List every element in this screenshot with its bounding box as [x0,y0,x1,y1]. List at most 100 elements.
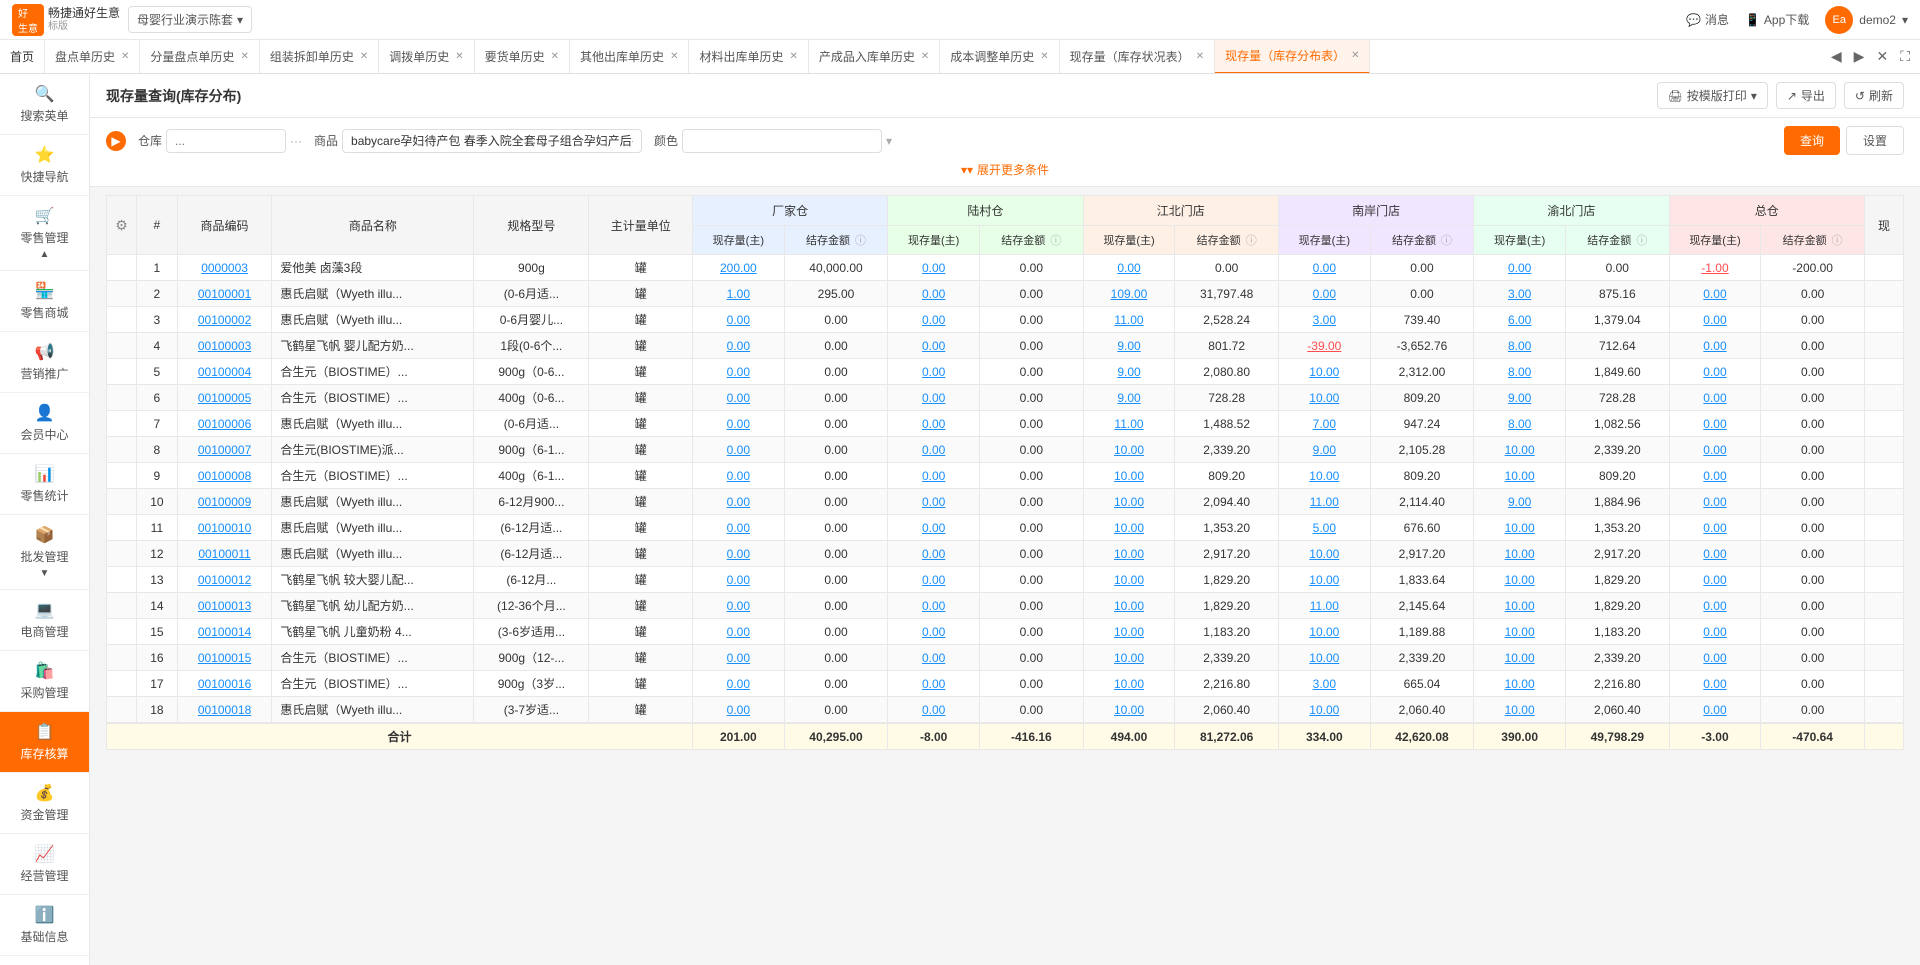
th-cf-bal: 结存金额 ⓘ [784,226,888,255]
cell-yb-cur: 10.00 [1474,567,1566,593]
tab-tiao-history[interactable]: 调拨单历史 ✕ [379,40,474,74]
sidebar-item-nav[interactable]: ⭐ 快捷导航 [0,135,89,196]
info-icon[interactable]: ⓘ [1636,235,1647,247]
cell-settings [107,593,137,619]
cell-extra [1864,437,1903,463]
sidebar-item-basic[interactable]: ℹ️ 基础信息 [0,895,89,956]
tab-cailiao-history[interactable]: 材料出库单历史 ✕ [689,40,808,74]
close-icon[interactable]: ✕ [1351,50,1359,61]
tab-expand-btn[interactable]: ⛶ [1896,46,1914,67]
cell-code: 0000003 [177,255,272,281]
tab-yao-history[interactable]: 要货单历史 ✕ [475,40,570,74]
cell-spec: 400g（0-6... [474,385,589,411]
close-icon[interactable]: ✕ [670,51,678,62]
cell-lc-bal: 0.00 [980,541,1084,567]
info-icon[interactable]: ⓘ [1832,235,1843,247]
close-icon[interactable]: ✕ [789,51,797,62]
close-icon[interactable]: ✕ [360,51,368,62]
close-icon[interactable]: ✕ [121,51,129,62]
sidebar-item-retail-stat[interactable]: 📊 零售统计 [0,454,89,515]
info-icon[interactable]: ⓘ [1246,235,1257,247]
search-btn[interactable]: 查询 [1784,126,1840,155]
tab-dian-history[interactable]: 盘点单历史 ✕ [45,40,140,74]
cell-zc-cur: 0.00 [1669,411,1761,437]
app-download-btn[interactable]: 📱 App下载 [1745,11,1809,28]
cell-name: 合生元(BIOSTIME)派... [272,437,474,463]
tab-close-all-btn[interactable]: ✕ [1872,46,1892,67]
close-icon[interactable]: ✕ [551,51,559,62]
cell-no: 3 [137,307,178,333]
product-input[interactable] [342,129,642,153]
store-selector[interactable]: 母婴行业演示陈套 ▾ [128,6,252,33]
tab-next-btn[interactable]: ▶ [1850,46,1869,67]
tab-xianzai1[interactable]: 现存量（库存状况表）✕ [1060,40,1215,74]
table-row: 14 00100013 飞鹤星飞帆 幼儿配方奶... (12-36个月... 罐… [107,593,1904,619]
sidebar-item-ecommerce[interactable]: 💻 电商管理 [0,590,89,651]
sidebar-item-marketing[interactable]: 📢 营销推广 [0,332,89,393]
expand-more-btn[interactable]: ▾▾ 展开更多条件 [961,161,1049,178]
cell-yb-bal: 1,379.04 [1566,307,1670,333]
close-icon[interactable]: ✕ [1040,51,1048,62]
sidebar-item-search[interactable]: 🔍 搜索英单 [0,74,89,135]
warehouse-input[interactable] [166,129,286,153]
th-jiangbei: 江北门店 [1083,196,1278,226]
close-icon[interactable]: ✕ [240,51,248,62]
cell-spec: 900g（3岁... [474,671,589,697]
cell-cf-cur: 0.00 [692,645,784,671]
tab-qita-history[interactable]: 其他出库单历史 ✕ [570,40,689,74]
cell-cf-bal: 0.00 [784,515,888,541]
export-btn[interactable]: ↗ 导出 [1776,82,1836,109]
tab-zu-history[interactable]: 组装拆卸单历史 ✕ [260,40,379,74]
color-input[interactable] [682,129,882,153]
sidebar-item-member[interactable]: 👤 会员中心 [0,393,89,454]
tab-prev-btn[interactable]: ◀ [1827,46,1846,67]
cell-na-bal: 665.04 [1370,671,1474,697]
gear-btn[interactable]: ⚙ [115,217,128,234]
close-icon[interactable]: ✕ [921,51,929,62]
message-btn[interactable]: 💬 消息 [1686,11,1729,28]
tab-xianzai2[interactable]: 现存量（库存分布表）✕ [1215,40,1370,74]
cell-name: 飞鹤星飞帆 婴儿配方奶... [272,333,474,359]
cell-lc-cur: 0.00 [888,385,980,411]
cell-code: 00100004 [177,359,272,385]
refresh-btn[interactable]: ↺ 刷新 [1844,82,1904,109]
th-na-bal: 结存金额 ⓘ [1370,226,1474,255]
info-icon[interactable]: ⓘ [1441,235,1452,247]
sidebar-item-management[interactable]: 📈 经营管理 [0,834,89,895]
sidebar-item-inventory[interactable]: 📋 库存核算 [0,712,89,773]
info-icon[interactable]: ⓘ [855,235,866,247]
tab-chanpin-history[interactable]: 产成品入库单历史 ✕ [809,40,940,74]
sidebar-item-finance[interactable]: 💰 资金管理 [0,773,89,834]
th-current-extra: 现 [1864,196,1903,255]
cell-lc-cur: 0.00 [888,411,980,437]
cell-name: 合生元（BIOSTIME）... [272,671,474,697]
cell-cf-cur: 200.00 [692,255,784,281]
cell-na-cur: 0.00 [1278,255,1370,281]
sidebar-item-system[interactable]: ⚙️ 系统管理 [0,956,89,965]
cell-settings [107,281,137,307]
print-btn[interactable]: 🖨 按模版打印 ▾ [1657,82,1768,109]
tab-home[interactable]: 首页 [0,40,45,74]
close-icon[interactable]: ✕ [1196,51,1204,62]
cell-yb-cur: 10.00 [1474,645,1566,671]
info-icon[interactable]: ⓘ [1050,235,1061,247]
cell-zc-cur: 0.00 [1669,619,1761,645]
sidebar-item-purchase[interactable]: 🛍️ 采购管理 [0,651,89,712]
cell-zc-cur: 0.00 [1669,307,1761,333]
user-menu[interactable]: Ea demo2 ▾ [1825,6,1908,34]
sidebar-item-retail[interactable]: 🛒 零售管理 ▲ [0,196,89,271]
cell-code: 00100018 [177,697,272,724]
tab-fen-history[interactable]: 分量盘点单历史 ✕ [140,40,259,74]
cell-cf-bal: 0.00 [784,645,888,671]
collapse-filter-btn[interactable]: ▶ [106,131,126,151]
sidebar-item-retail-store[interactable]: 🏪 零售商城 [0,271,89,332]
cell-na-bal: 1,189.88 [1370,619,1474,645]
cell-na-cur: 10.00 [1278,697,1370,724]
cell-cf-bal: 0.00 [784,385,888,411]
sidebar-item-wholesale[interactable]: 📦 批发管理 ▼ [0,515,89,590]
tab-chengben-history[interactable]: 成本调整单历史 ✕ [940,40,1059,74]
cell-extra [1864,645,1903,671]
cell-no: 4 [137,333,178,359]
setting-btn[interactable]: 设置 [1846,126,1904,155]
close-icon[interactable]: ✕ [455,51,463,62]
